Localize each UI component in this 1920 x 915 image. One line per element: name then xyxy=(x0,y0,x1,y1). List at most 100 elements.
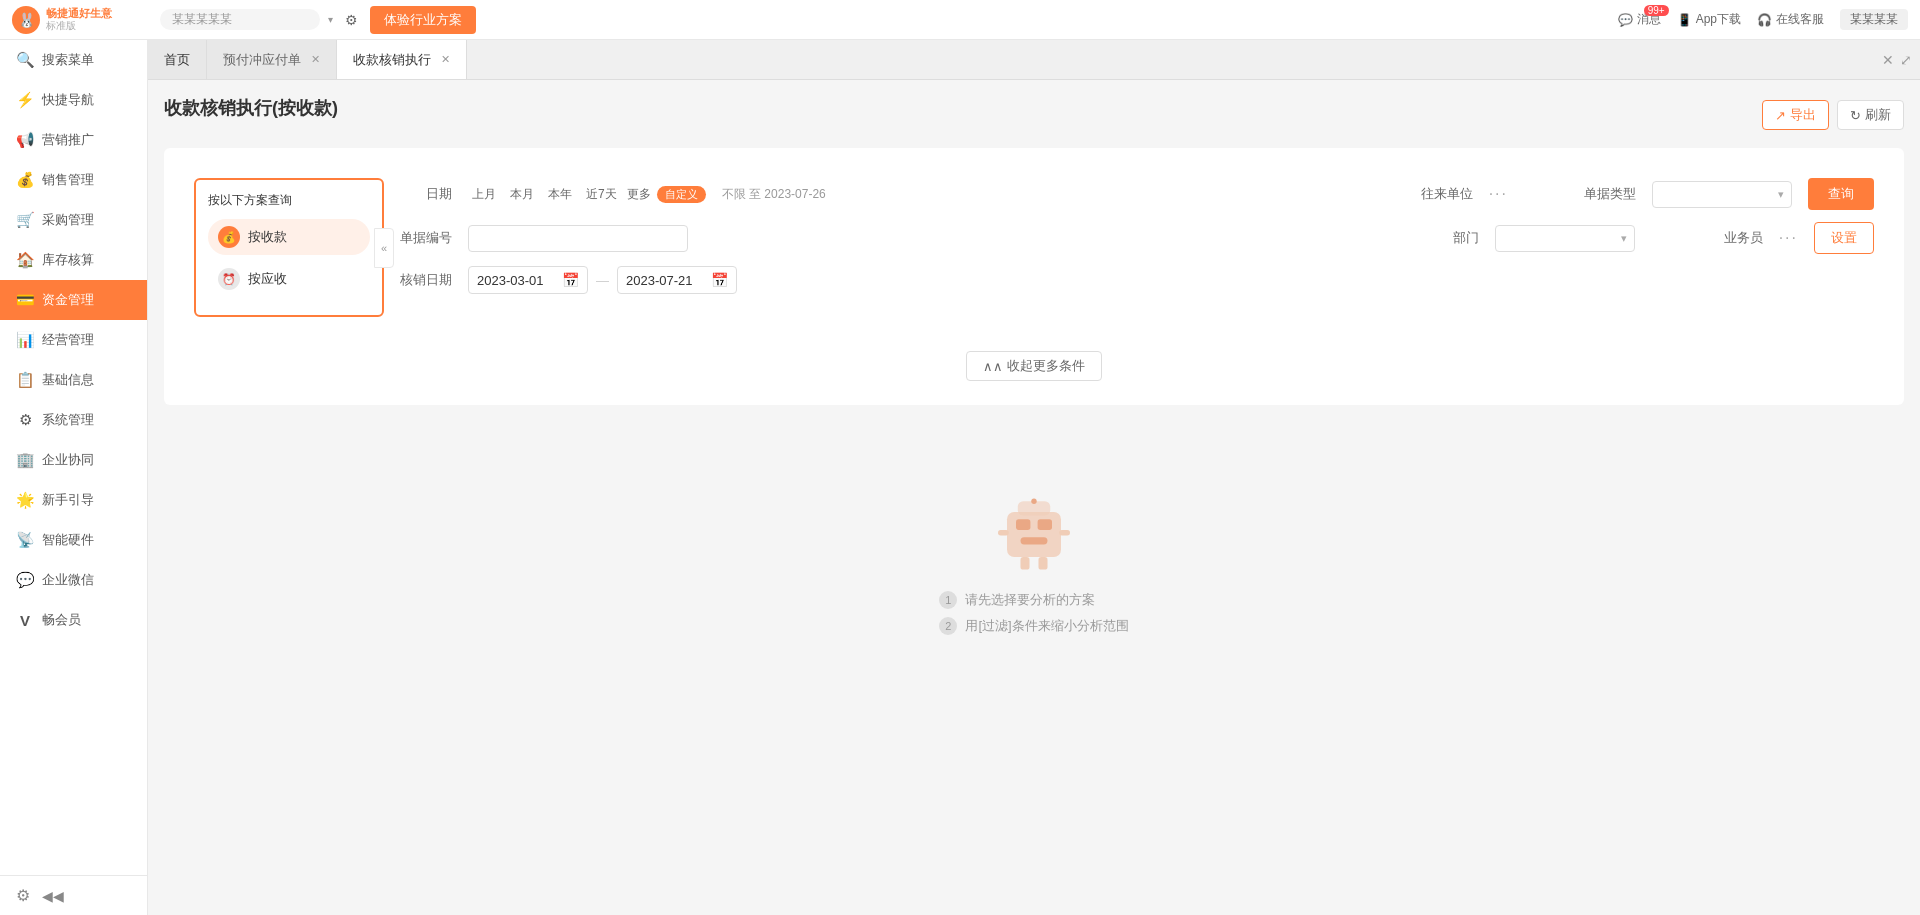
empty-hint-1: 1 请先选择要分析的方案 xyxy=(939,591,1128,609)
online-service-btn[interactable]: 🎧 在线客服 xyxy=(1757,11,1824,28)
filter-panel-collapse-btn[interactable]: « xyxy=(374,228,394,268)
verify-date-from[interactable]: 2023-03-01 📅 xyxy=(468,266,588,294)
logo-area: 🐰 畅捷通好生意 标准版 xyxy=(12,6,152,34)
industry-btn[interactable]: 体验行业方案 xyxy=(370,6,476,34)
brand-version: 标准版 xyxy=(46,20,112,32)
filter-option-by-receivable[interactable]: ⏰ 按应收 xyxy=(208,261,370,297)
url-chevron-icon[interactable]: ▾ xyxy=(328,14,333,25)
basic-info-icon: 📋 xyxy=(16,371,34,389)
hint-num-1: 1 xyxy=(939,591,957,609)
sidebar-item-search-menu[interactable]: 🔍 搜索菜单 xyxy=(0,40,147,80)
empty-state-illustration xyxy=(989,485,1079,575)
brand-name: 畅捷通好生意 xyxy=(46,7,112,20)
user-area[interactable]: 某某某某 xyxy=(1840,9,1908,30)
sidebar-item-finance[interactable]: 💳 资金管理 xyxy=(0,280,147,320)
settings-btn[interactable]: 设置 xyxy=(1814,222,1874,254)
verify-date-to[interactable]: 2023-07-21 📅 xyxy=(617,266,737,294)
bill-no-input[interactable] xyxy=(468,225,688,252)
date-7days[interactable]: 近7天 xyxy=(582,184,621,205)
date-more[interactable]: 更多 xyxy=(627,186,651,203)
sidebar-item-smart-hw[interactable]: 📡 智能硬件 xyxy=(0,520,147,560)
tab-verify[interactable]: 收款核销执行 ✕ xyxy=(337,40,467,79)
sidebar-item-enterprise[interactable]: 🏢 企业协同 xyxy=(0,440,147,480)
quick-nav-icon: ⚡ xyxy=(16,91,34,109)
sidebar: 🔍 搜索菜单 ⚡ 快捷导航 📢 营销推广 💰 销售管理 🛒 采购管理 🏠 库存核… xyxy=(0,40,148,915)
tab-prepay[interactable]: 预付冲应付单 ✕ xyxy=(207,40,337,79)
partner-label: 往来单位 xyxy=(1417,185,1473,203)
staff-select-dots[interactable]: ··· xyxy=(1779,229,1798,247)
dept-label: 部门 xyxy=(1423,229,1479,247)
content-area: 首页 预付冲应付单 ✕ 收款核销执行 ✕ ✕ ⤢ 收款核销执行(按收款) ↗ xyxy=(148,40,1920,915)
sidebar-item-guide[interactable]: 🌟 新手引导 xyxy=(0,480,147,520)
sales-icon: 💰 xyxy=(16,171,34,189)
sidebar-collapse-icon[interactable]: ◀◀ xyxy=(42,888,64,904)
gear-icon[interactable]: ⚙ xyxy=(345,12,358,28)
finance-icon: 💳 xyxy=(16,291,34,309)
message-badge: 99+ xyxy=(1644,5,1669,16)
chevron-up-icon: ∧∧ xyxy=(983,359,1003,374)
sidebar-item-sales[interactable]: 💰 销售管理 xyxy=(0,160,147,200)
sidebar-bottom: ⚙ ◀◀ xyxy=(0,875,147,915)
sidebar-item-member[interactable]: V 畅会员 xyxy=(0,600,147,640)
date-label: 日期 xyxy=(396,185,452,203)
filter-option-by-receipt[interactable]: 💰 按收款 xyxy=(208,219,370,255)
calendar-to-icon: 📅 xyxy=(711,272,728,288)
marketing-icon: 📢 xyxy=(16,131,34,149)
sidebar-item-system[interactable]: ⚙ 系统管理 xyxy=(0,400,147,440)
search-menu-icon: 🔍 xyxy=(16,51,34,69)
filter-row-3: 核销日期 2023-03-01 📅 — 2023-07-21 📅 xyxy=(396,266,1874,294)
sidebar-item-operations[interactable]: 📊 经营管理 xyxy=(0,320,147,360)
collapse-more-section: ∧∧ 收起更多条件 xyxy=(180,343,1888,389)
page-title: 收款核销执行(按收款) xyxy=(164,96,338,120)
date-no-limit-value: 不限 至 2023-07-26 xyxy=(722,186,826,203)
date-this-month[interactable]: 本月 xyxy=(506,184,538,205)
staff-label: 业务员 xyxy=(1707,229,1763,247)
receivable-icon: ⏰ xyxy=(218,268,240,290)
sidebar-settings-icon[interactable]: ⚙ xyxy=(16,886,30,905)
page-toolbar: ↗ 导出 ↻ 刷新 xyxy=(1762,100,1904,130)
tab-prepay-close-icon[interactable]: ✕ xyxy=(311,53,320,66)
bill-type-select[interactable] xyxy=(1652,181,1792,208)
receipt-icon: 💰 xyxy=(218,226,240,248)
filter-container: 按以下方案查询 💰 按收款 ⏰ 按应收 « xyxy=(180,164,1888,331)
sidebar-item-basic-info[interactable]: 📋 基础信息 xyxy=(0,360,147,400)
query-btn[interactable]: 查询 xyxy=(1808,178,1874,210)
app-download-btn[interactable]: 📱 App下载 xyxy=(1677,11,1741,28)
svg-rect-0 xyxy=(1007,512,1061,557)
date-last-month[interactable]: 上月 xyxy=(468,184,500,205)
filter-left-title: 按以下方案查询 xyxy=(208,192,370,209)
export-icon: ↗ xyxy=(1775,108,1786,123)
filter-receipt-label: 按收款 xyxy=(248,228,287,246)
date-this-year[interactable]: 本年 xyxy=(544,184,576,205)
tab-bar-expand-icon[interactable]: ⤢ xyxy=(1900,52,1912,68)
date-custom-badge[interactable]: 自定义 xyxy=(657,186,706,203)
export-btn[interactable]: ↗ 导出 xyxy=(1762,100,1829,130)
tab-bar-right: ✕ ⤢ xyxy=(1882,52,1920,68)
filter-row-1: 日期 上月 本月 本年 近7天 更多 自定义 不限 至 2023-07-26 xyxy=(396,178,1874,210)
top-bar: 🐰 畅捷通好生意 标准版 某某某某某 ▾ ⚙ 体验行业方案 💬 消息 99+ 📱… xyxy=(0,0,1920,40)
operations-icon: 📊 xyxy=(16,331,34,349)
sidebar-item-quick-nav[interactable]: ⚡ 快捷导航 xyxy=(0,80,147,120)
message-icon: 💬 xyxy=(1618,13,1633,27)
tab-verify-close-icon[interactable]: ✕ xyxy=(441,53,450,66)
tab-home[interactable]: 首页 xyxy=(148,40,207,79)
dept-select[interactable] xyxy=(1495,225,1635,252)
calendar-from-icon: 📅 xyxy=(562,272,579,288)
sidebar-item-inventory[interactable]: 🏠 库存核算 xyxy=(0,240,147,280)
topbar-right: 💬 消息 99+ 📱 App下载 🎧 在线客服 某某某某 xyxy=(1618,9,1908,30)
collapse-more-btn[interactable]: ∧∧ 收起更多条件 xyxy=(966,351,1102,381)
empty-state: 1 请先选择要分析的方案 2 用[过滤]条件来缩小分析范围 xyxy=(164,405,1904,715)
sidebar-item-marketing[interactable]: 📢 营销推广 xyxy=(0,120,147,160)
message-btn[interactable]: 💬 消息 99+ xyxy=(1618,11,1661,28)
refresh-btn[interactable]: ↻ 刷新 xyxy=(1837,100,1904,130)
tab-bar: 首页 预付冲应付单 ✕ 收款核销执行 ✕ ✕ ⤢ xyxy=(148,40,1920,80)
partner-select-dots[interactable]: ··· xyxy=(1489,185,1508,203)
tab-bar-close-icon[interactable]: ✕ xyxy=(1882,52,1894,68)
hint-num-2: 2 xyxy=(939,617,957,635)
sidebar-item-purchase[interactable]: 🛒 采购管理 xyxy=(0,200,147,240)
sidebar-item-wechat[interactable]: 💬 企业微信 xyxy=(0,560,147,600)
url-bar[interactable]: 某某某某某 xyxy=(160,9,320,30)
bill-type-select-wrap xyxy=(1652,181,1792,208)
wechat-icon: 💬 xyxy=(16,571,34,589)
inventory-icon: 🏠 xyxy=(16,251,34,269)
